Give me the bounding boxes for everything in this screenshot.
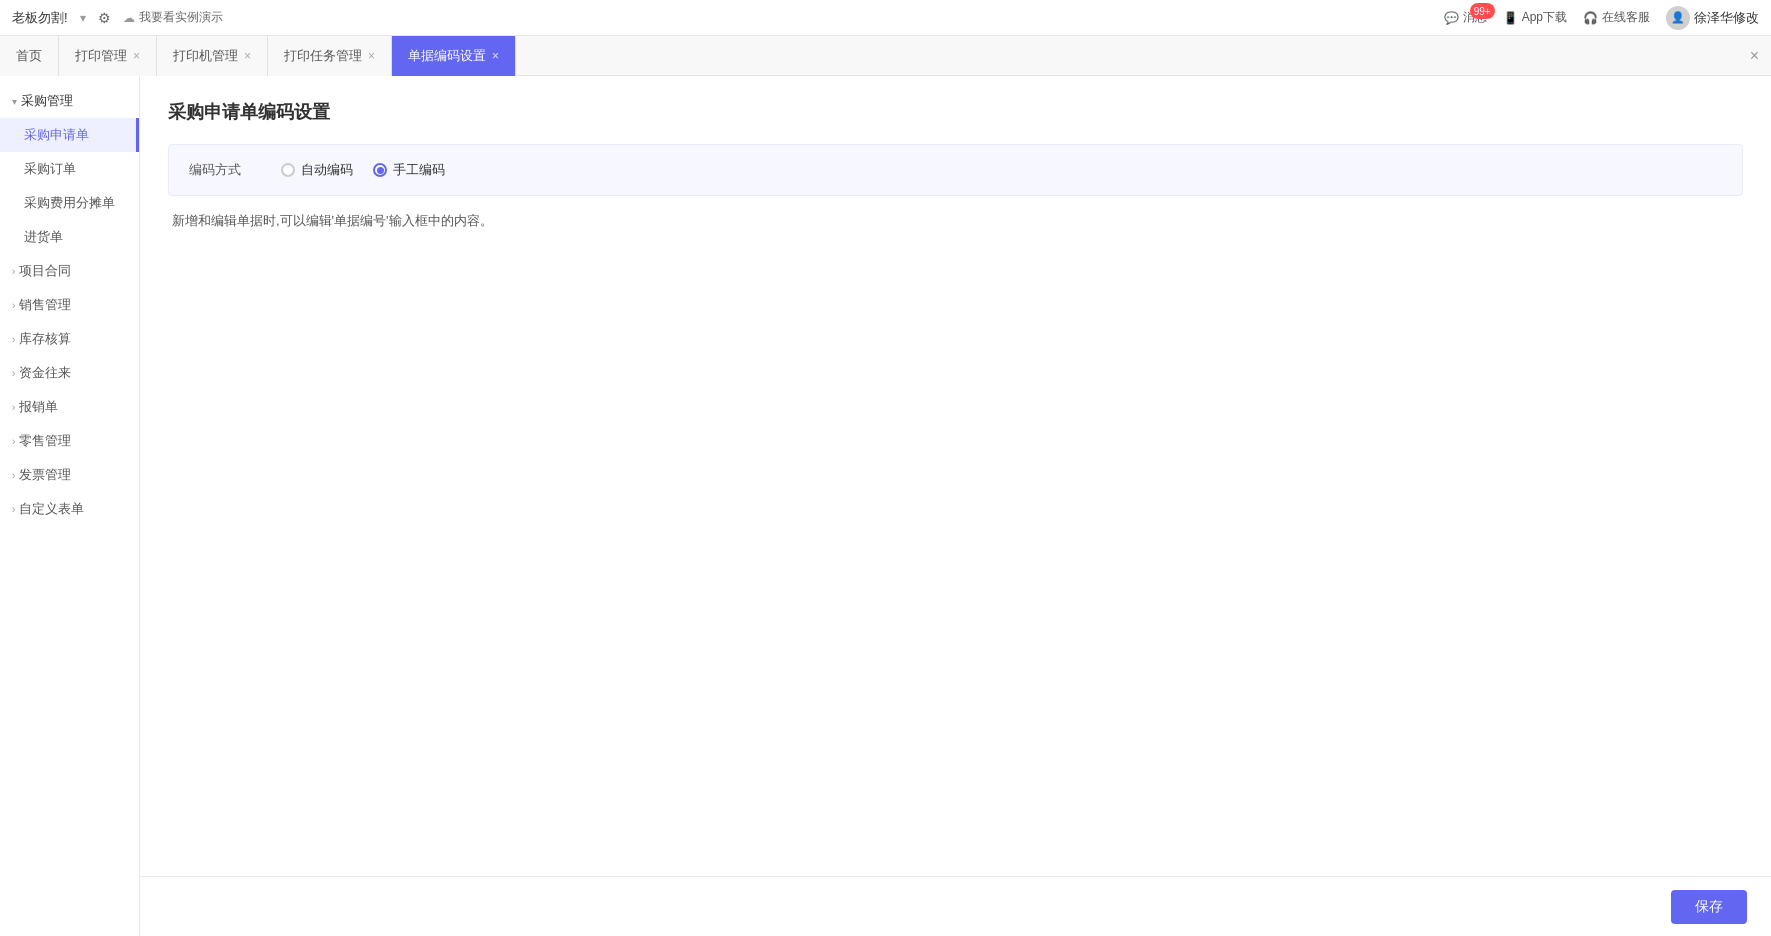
radio-manual-coding-circle bbox=[373, 163, 387, 177]
online-service-button[interactable]: 🎧 在线客服 bbox=[1583, 9, 1650, 26]
invoice-mgmt-expand-icon: › bbox=[12, 470, 15, 481]
inventory-expand-icon: › bbox=[12, 334, 15, 345]
title-dropdown-icon[interactable]: ▾ bbox=[80, 11, 86, 25]
tab-printer-mgmt-close[interactable]: × bbox=[244, 49, 251, 63]
tab-home[interactable]: 首页 bbox=[0, 36, 59, 76]
tab-bar-right: × bbox=[1750, 47, 1771, 65]
page-title: 采购申请单编码设置 bbox=[168, 100, 1743, 124]
tab-bar: 首页 打印管理 × 打印机管理 × 打印任务管理 × 单据编码设置 × × bbox=[0, 36, 1771, 76]
sidebar-item-custom-form[interactable]: › 自定义表单 bbox=[0, 492, 139, 526]
tab-home-label: 首页 bbox=[16, 47, 42, 65]
radio-auto-coding-label: 自动编码 bbox=[301, 161, 353, 179]
demo-link[interactable]: ☁ 我要看实例演示 bbox=[123, 9, 223, 26]
app-download-label: App下载 bbox=[1522, 9, 1567, 26]
sidebar-item-purchase-request-label: 采购申请单 bbox=[24, 127, 89, 142]
hint-text: 新增和编辑单据时,可以编辑'单据编号'输入框中的内容。 bbox=[168, 212, 1743, 230]
tab-bar-global-close-icon[interactable]: × bbox=[1750, 47, 1759, 64]
sidebar-item-purchase-order-label: 采购订单 bbox=[24, 161, 76, 176]
purchase-expand-icon: ▾ bbox=[12, 96, 17, 107]
sidebar-item-invoice-mgmt-label: 发票管理 bbox=[19, 466, 71, 484]
main-layout: ▾ 采购管理 采购申请单 采购订单 采购费用分摊单 进货单 › 项目合同 › 销… bbox=[0, 76, 1771, 936]
sidebar-item-project-contract[interactable]: › 项目合同 bbox=[0, 254, 139, 288]
tab-barcode-settings[interactable]: 单据编码设置 × bbox=[392, 36, 516, 76]
sidebar-item-inventory[interactable]: › 库存核算 bbox=[0, 322, 139, 356]
retail-mgmt-expand-icon: › bbox=[12, 436, 15, 447]
sidebar-item-capital-flow-label: 资金往来 bbox=[19, 364, 71, 382]
sidebar-item-custom-form-label: 自定义表单 bbox=[19, 500, 84, 518]
sidebar-item-purchase-order[interactable]: 采购订单 bbox=[0, 152, 139, 186]
sidebar-item-retail-mgmt[interactable]: › 零售管理 bbox=[0, 424, 139, 458]
radio-manual-coding-label: 手工编码 bbox=[393, 161, 445, 179]
sidebar-group-purchase-label: 采购管理 bbox=[21, 92, 73, 110]
tab-print-task-mgmt-close[interactable]: × bbox=[368, 49, 375, 63]
coding-row: 编码方式 自动编码 手工编码 bbox=[189, 161, 1722, 179]
save-button[interactable]: 保存 bbox=[1671, 890, 1747, 924]
sidebar-item-sales-mgmt-label: 销售管理 bbox=[19, 296, 71, 314]
radio-group-coding: 自动编码 手工编码 bbox=[281, 161, 445, 179]
user-avatar-button[interactable]: 👤 徐泽华修改 bbox=[1666, 6, 1759, 30]
project-contract-expand-icon: › bbox=[12, 266, 15, 277]
online-service-label: 在线客服 bbox=[1602, 9, 1650, 26]
tab-printer-mgmt-label: 打印机管理 bbox=[173, 47, 238, 65]
tab-print-task-mgmt[interactable]: 打印任务管理 × bbox=[268, 36, 392, 76]
app-download-button[interactable]: 📱 App下载 bbox=[1503, 9, 1567, 26]
message-button[interactable]: 💬 消息 99+ bbox=[1444, 9, 1487, 26]
tab-print-mgmt-close[interactable]: × bbox=[133, 49, 140, 63]
top-bar-right: 💬 消息 99+ 📱 App下载 🎧 在线客服 👤 徐泽华修改 bbox=[1444, 6, 1759, 30]
top-bar: 老板勿割! ▾ ⚙ ☁ 我要看实例演示 💬 消息 99+ 📱 App下载 🎧 在… bbox=[0, 0, 1771, 36]
sidebar-group-purchase-title[interactable]: ▾ 采购管理 bbox=[0, 84, 139, 118]
avatar-circle: 👤 bbox=[1666, 6, 1690, 30]
sidebar-item-stock-in-label: 进货单 bbox=[24, 229, 63, 244]
sidebar-item-return-order[interactable]: › 报销单 bbox=[0, 390, 139, 424]
sidebar-item-stock-in[interactable]: 进货单 bbox=[0, 220, 139, 254]
sidebar-item-inventory-label: 库存核算 bbox=[19, 330, 71, 348]
content-inner: 采购申请单编码设置 编码方式 自动编码 手工编码 bbox=[140, 76, 1771, 876]
tab-barcode-settings-label: 单据编码设置 bbox=[408, 47, 486, 65]
message-badge: 99+ bbox=[1470, 3, 1495, 19]
radio-auto-coding[interactable]: 自动编码 bbox=[281, 161, 353, 179]
sidebar-item-invoice-mgmt[interactable]: › 发票管理 bbox=[0, 458, 139, 492]
sidebar-item-retail-mgmt-label: 零售管理 bbox=[19, 432, 71, 450]
footer-bar: 保存 bbox=[140, 876, 1771, 936]
app-title: 老板勿割! bbox=[12, 9, 68, 27]
message-icon: 💬 bbox=[1444, 11, 1459, 25]
radio-auto-coding-circle bbox=[281, 163, 295, 177]
cloud-icon: ☁ bbox=[123, 11, 135, 25]
tab-printer-mgmt[interactable]: 打印机管理 × bbox=[157, 36, 268, 76]
headset-icon: 🎧 bbox=[1583, 11, 1598, 25]
sidebar: ▾ 采购管理 采购申请单 采购订单 采购费用分摊单 进货单 › 项目合同 › 销… bbox=[0, 76, 140, 936]
sidebar-group-purchase: ▾ 采购管理 采购申请单 采购订单 采购费用分摊单 进货单 bbox=[0, 84, 139, 254]
app-download-icon: 📱 bbox=[1503, 11, 1518, 25]
top-bar-left: 老板勿割! ▾ ⚙ ☁ 我要看实例演示 bbox=[12, 9, 223, 27]
demo-text: 我要看实例演示 bbox=[139, 9, 223, 26]
user-name: 徐泽华修改 bbox=[1694, 9, 1759, 27]
sidebar-item-sales-mgmt[interactable]: › 销售管理 bbox=[0, 288, 139, 322]
sales-mgmt-expand-icon: › bbox=[12, 300, 15, 311]
sidebar-item-return-order-label: 报销单 bbox=[19, 398, 58, 416]
tab-print-mgmt-label: 打印管理 bbox=[75, 47, 127, 65]
sidebar-item-purchase-expense-label: 采购费用分摊单 bbox=[24, 195, 115, 210]
coding-section: 编码方式 自动编码 手工编码 bbox=[168, 144, 1743, 196]
tab-barcode-settings-close[interactable]: × bbox=[492, 49, 499, 63]
tab-print-mgmt[interactable]: 打印管理 × bbox=[59, 36, 157, 76]
sidebar-item-purchase-request[interactable]: 采购申请单 bbox=[0, 118, 139, 152]
content-area: 采购申请单编码设置 编码方式 自动编码 手工编码 bbox=[140, 76, 1771, 936]
sidebar-item-capital-flow[interactable]: › 资金往来 bbox=[0, 356, 139, 390]
sidebar-item-purchase-expense[interactable]: 采购费用分摊单 bbox=[0, 186, 139, 220]
settings-gear-icon[interactable]: ⚙ bbox=[98, 10, 111, 26]
tab-print-task-mgmt-label: 打印任务管理 bbox=[284, 47, 362, 65]
radio-manual-coding[interactable]: 手工编码 bbox=[373, 161, 445, 179]
return-order-expand-icon: › bbox=[12, 402, 15, 413]
sidebar-item-project-contract-label: 项目合同 bbox=[19, 262, 71, 280]
coding-label: 编码方式 bbox=[189, 161, 249, 179]
custom-form-expand-icon: › bbox=[12, 504, 15, 515]
capital-flow-expand-icon: › bbox=[12, 368, 15, 379]
